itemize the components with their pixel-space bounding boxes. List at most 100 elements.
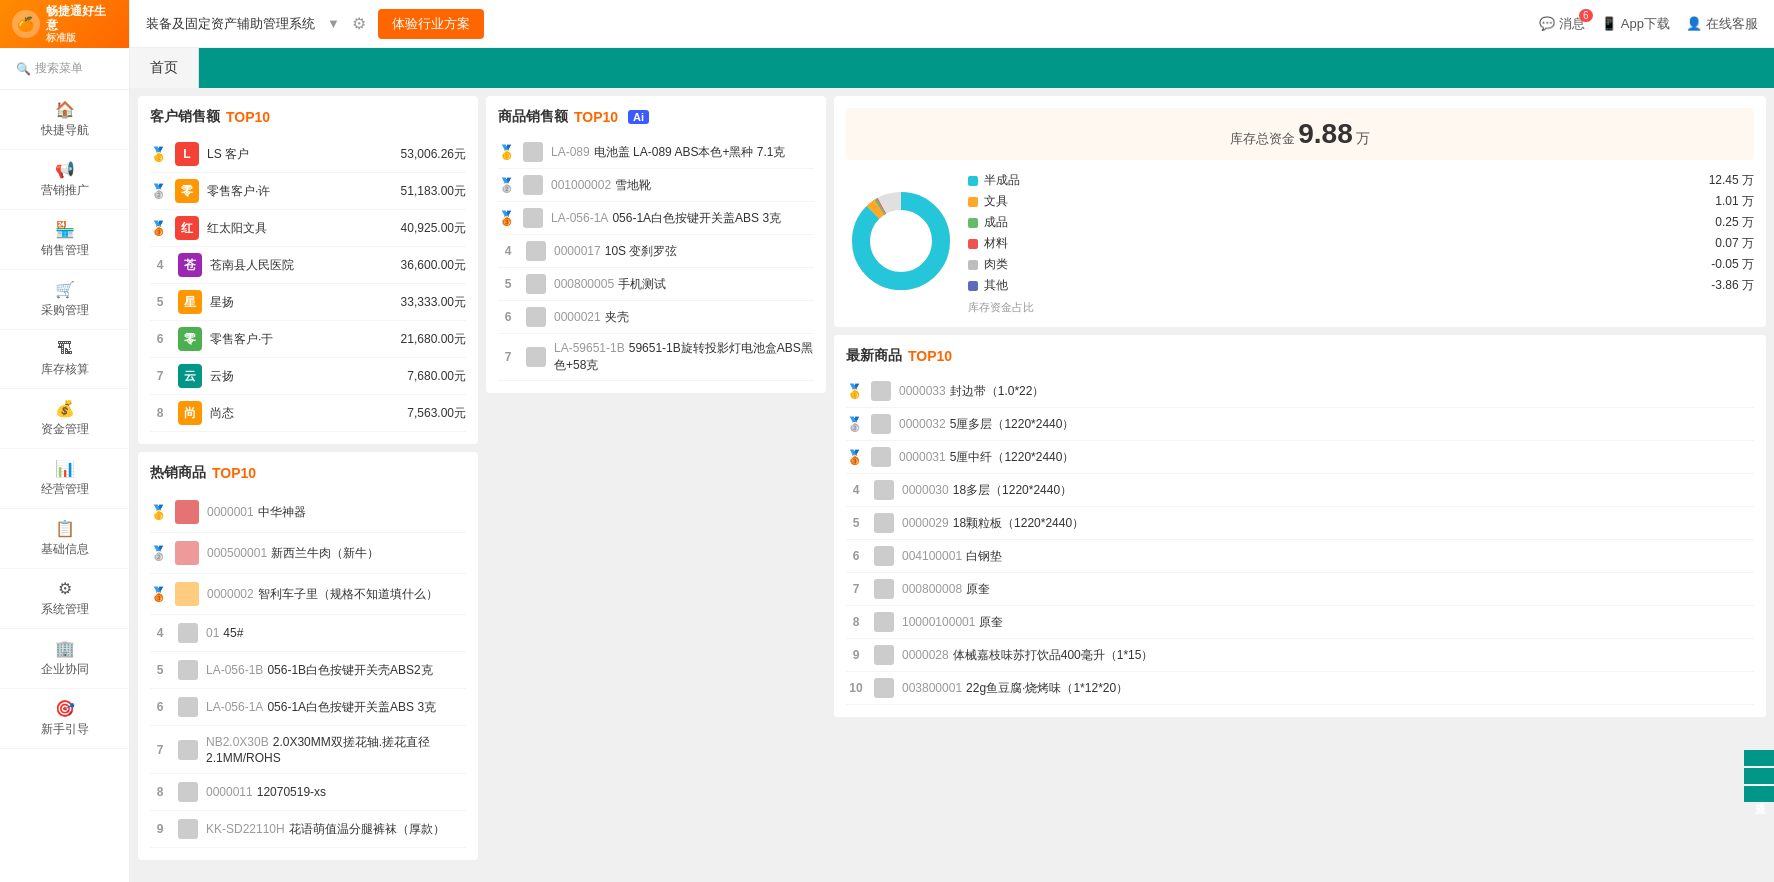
legend-name: 成品: [984, 214, 1709, 231]
breadcrumb-tab-home[interactable]: 首页: [130, 48, 199, 88]
medal-icon: 🥇: [150, 504, 167, 520]
rank-number: 4: [150, 626, 170, 640]
product-thumb: [874, 513, 894, 533]
home-icon: 🏠: [55, 100, 75, 119]
customer-amount: 36,600.00元: [401, 257, 466, 274]
rank-number: 6: [846, 549, 866, 563]
product-info: 00380000122g鱼豆腐·烧烤味（1*12*20）: [902, 680, 1754, 697]
sidebar-item-operation[interactable]: 📊 经营管理: [0, 449, 129, 509]
product-top10-card: 商品销售额 TOP10 Ai 🥇 LA-089电池盖 LA-089 ABS本色+…: [486, 96, 826, 393]
top10-label: TOP10: [226, 109, 270, 125]
sidebar-item-quick-nav[interactable]: 🏠 快捷导航: [0, 90, 129, 150]
sidebar-item-label: 企业协同: [41, 661, 89, 678]
sidebar-item-enterprise[interactable]: 🏢 企业协同: [0, 629, 129, 689]
product-info: 0000001中华神器: [207, 504, 466, 521]
product-thumb: [526, 241, 546, 261]
page-body: 客户销售额 TOP10 🥇 L LS 客户 53,006.26元: [130, 88, 1774, 882]
medal-icon: 🥇: [846, 383, 863, 399]
customer-amount: 53,006.26元: [401, 146, 466, 163]
customer-service-button[interactable]: 客服热线: [1744, 750, 1774, 766]
inventory-total-value: 9.88: [1298, 118, 1353, 149]
legend-value: -3.86 万: [1711, 277, 1754, 294]
legend-dot: [968, 239, 978, 249]
product-info: LA-056-1B056-1B白色按键开关壳ABS2克: [206, 662, 466, 679]
online-service-button[interactable]: 👤 在线客服: [1686, 15, 1758, 33]
product-info: LA-59651-1B59651-1B旋转投影灯电池盒ABS黑色+58克: [554, 340, 814, 374]
product-info: 00000325厘多层（1220*2440）: [899, 416, 1754, 433]
sidebar-item-finance[interactable]: 💰 资金管理: [0, 389, 129, 449]
live-button[interactable]: 直播: [1744, 786, 1774, 802]
legend-item-stationery: 文具 1.01 万: [968, 191, 1754, 212]
trial-plan-button[interactable]: 体验行业方案: [378, 9, 484, 39]
dropdown-icon[interactable]: ▼: [327, 16, 340, 31]
app-download-label: App下载: [1621, 15, 1670, 33]
sidebar-item-inventory[interactable]: 🏗 库存核算: [0, 330, 129, 389]
product-thumb: [871, 447, 891, 467]
product-thumb: [871, 381, 891, 401]
legend-dot: [968, 176, 978, 186]
product-thumbnail: [175, 500, 199, 524]
app-edition: 标准版: [46, 32, 117, 44]
avatar: 零: [175, 179, 199, 203]
latest-product-item: 9 0000028体械嘉枝味苏打饮品400毫升（1*15）: [846, 639, 1754, 672]
sidebar-item-purchase[interactable]: 🛒 采购管理: [0, 270, 129, 330]
customer-rank-item: 7 云 云扬 7,680.00元: [150, 358, 466, 395]
latest-product-item: 🥉 00000315厘中纤（1220*2440）: [846, 441, 1754, 474]
legend-name: 文具: [984, 193, 1709, 210]
sidebar-item-marketing[interactable]: 📢 营销推广: [0, 150, 129, 210]
legend-name: 其他: [984, 277, 1705, 294]
float-buttons: 客服热线 服务社区 直播: [1744, 750, 1774, 802]
product-info: 004100001白钢垫: [902, 548, 1754, 565]
customer-top10-title: 客户销售额 TOP10: [150, 108, 466, 126]
product-thumb: [523, 208, 543, 228]
hot-product-item: 4 0145#: [150, 615, 466, 652]
sidebar-search-section[interactable]: 🔍 搜索菜单: [0, 48, 129, 90]
avatar: 云: [178, 364, 202, 388]
home-breadcrumb-label: 首页: [150, 59, 178, 77]
sidebar-item-system[interactable]: ⚙ 系统管理: [0, 569, 129, 629]
product-info: 000002918颗粒板（1220*2440）: [902, 515, 1754, 532]
app-name: 畅捷通好生意: [46, 4, 117, 33]
service-community-button[interactable]: 服务社区: [1744, 768, 1774, 784]
sidebar-item-label: 新手引导: [41, 721, 89, 738]
sidebar-item-guide[interactable]: 🎯 新手引导: [0, 689, 129, 749]
legend-dot: [968, 260, 978, 270]
product-info: 000001710S 变刹罗弦: [554, 243, 814, 260]
customer-name: 苍南县人民医院: [210, 257, 393, 274]
rank-number: 4: [846, 483, 866, 497]
hot-products-card: 热销商品 TOP10 🥇 0000001中华神器 🥈 000500001新西兰: [138, 452, 478, 860]
product-thumb: [874, 612, 894, 632]
system-icon: ⚙: [58, 579, 72, 598]
customer-amount: 51,183.00元: [401, 183, 466, 200]
sidebar-item-sales[interactable]: 🏪 销售管理: [0, 210, 129, 270]
hot-product-item: 5 LA-056-1B056-1B白色按键开关壳ABS2克: [150, 652, 466, 689]
sidebar-item-basic-info[interactable]: 📋 基础信息: [0, 509, 129, 569]
customer-name: 红太阳文具: [207, 220, 393, 237]
product-info: 0145#: [206, 626, 466, 640]
legend-value: 12.45 万: [1709, 172, 1754, 189]
service-icon: 👤: [1686, 16, 1702, 31]
inventory-card: 库存总资金 9.88 万: [834, 96, 1766, 327]
hot-product-item: 6 LA-056-1A056-1A白色按键开关盖ABS 3克: [150, 689, 466, 726]
hot-product-item: 🥇 0000001中华神器: [150, 492, 466, 533]
hot-product-item: 7 NB2.0X30B2.0X30MM双搓花轴.搓花直径2.1MM/ROHS: [150, 726, 466, 774]
customer-name: 星扬: [210, 294, 393, 311]
legend-value: 0.07 万: [1715, 235, 1754, 252]
main-area: 装备及固定资产辅助管理系统 ▼ ⚙ 体验行业方案 💬 消息 6 📱 App下载 …: [130, 0, 1774, 882]
rank-number: 7: [498, 350, 518, 364]
product-thumb: [874, 546, 894, 566]
product-thumb: [526, 274, 546, 294]
hot-product-list: 🥇 0000001中华神器 🥈 000500001新西兰牛肉（新牛） 🥉: [150, 492, 466, 848]
message-button[interactable]: 💬 消息 6: [1539, 15, 1585, 33]
customer-rank-item: 4 苍 苍南县人民医院 36,600.00元: [150, 247, 466, 284]
inventory-legend: 半成品 12.45 万 文具 1.01 万 成品 0: [968, 170, 1754, 315]
app-download-button[interactable]: 📱 App下载: [1601, 15, 1670, 33]
search-menu-trigger[interactable]: 🔍 搜索菜单: [10, 56, 119, 81]
medal-icon: 🥈: [150, 545, 167, 561]
sidebar-item-label: 资金管理: [41, 421, 89, 438]
customer-amount: 7,563.00元: [407, 405, 466, 422]
rank-number: 6: [498, 310, 518, 324]
legend-dot: [968, 218, 978, 228]
latest-product-item: 🥇 0000033封边带（1.0*22）: [846, 375, 1754, 408]
settings-icon[interactable]: ⚙: [352, 14, 366, 33]
